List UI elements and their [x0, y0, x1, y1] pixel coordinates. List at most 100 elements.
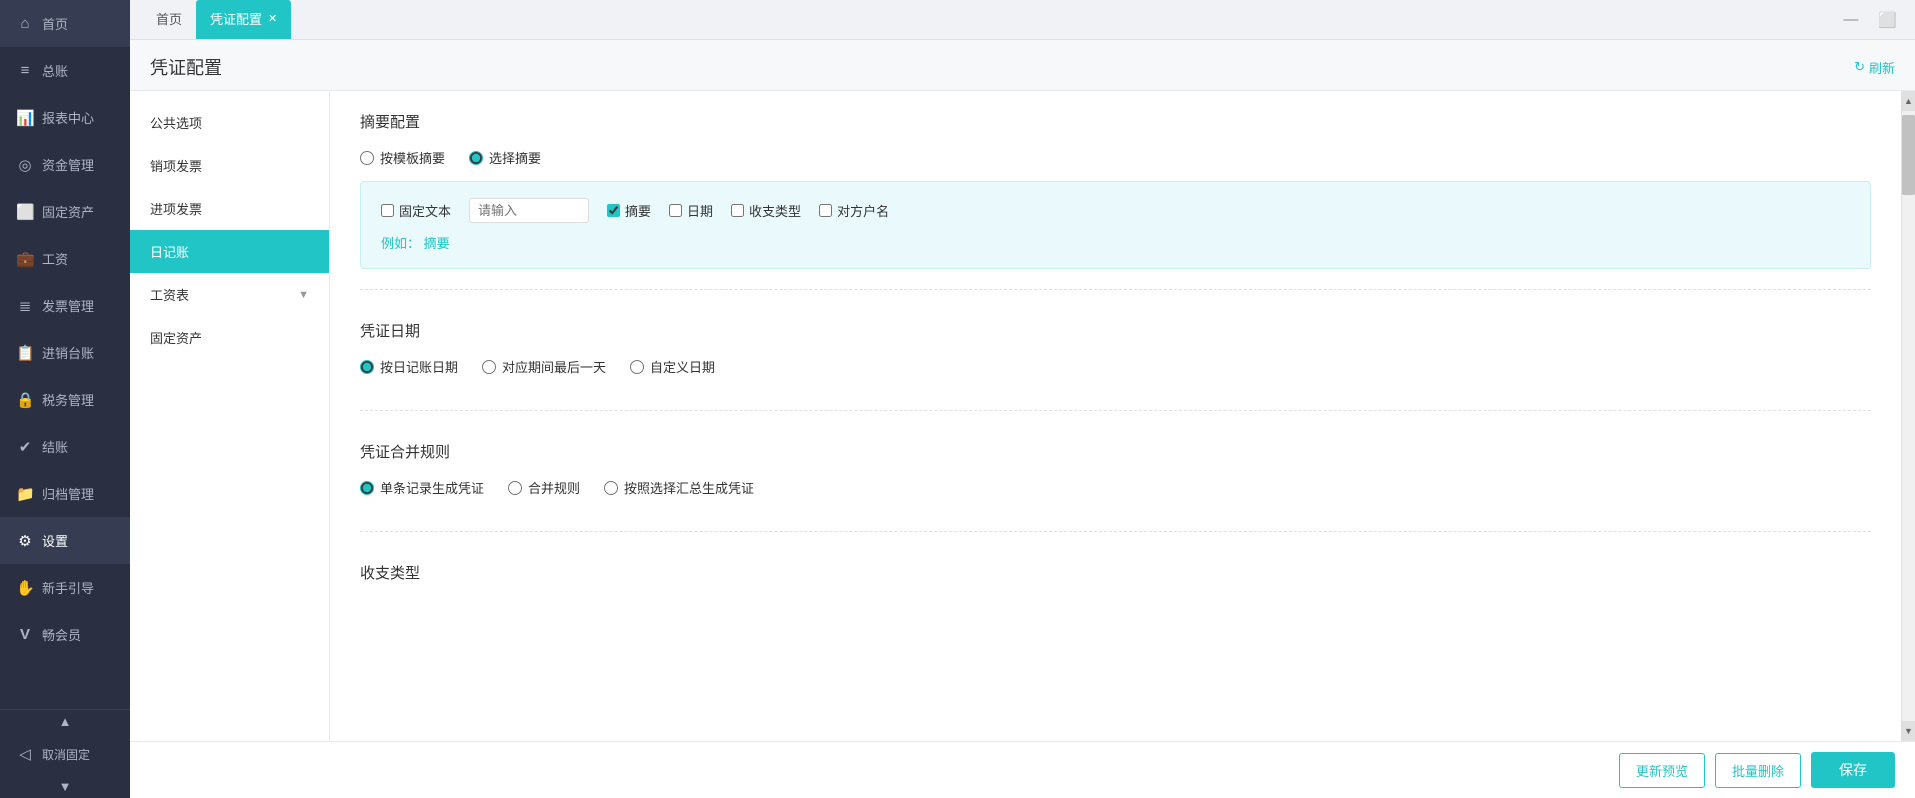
checkbox-summary[interactable]: 摘要	[607, 201, 651, 220]
sidebar-item-vip[interactable]: V 畅会员	[0, 611, 130, 658]
nav-purchase-invoice[interactable]: 进项发票	[130, 187, 329, 230]
invoice-mgmt-icon: ≣	[16, 297, 34, 315]
nav-fixed-assets[interactable]: 固定资产	[130, 316, 329, 359]
sidebar-label-funds: 资金管理	[42, 155, 94, 174]
radio-custom-date-input[interactable]	[630, 360, 644, 374]
summary-mode-group: 按模板摘要 选择摘要	[360, 148, 1871, 167]
sidebar-item-archive[interactable]: 📁 归档管理	[0, 470, 130, 517]
content-area: 凭证配置 ↻ 刷新 公共选项 销项发票 进项发票	[130, 40, 1915, 798]
checkbox-fixed-text-input[interactable]	[381, 204, 394, 217]
scrollbar-down-btn[interactable]: ▼	[1902, 721, 1915, 741]
date-label: 日期	[687, 201, 713, 220]
nav-journal[interactable]: 日记账	[130, 230, 329, 273]
guide-icon: ✋	[16, 579, 34, 597]
checkbox-counterpart-input[interactable]	[819, 204, 832, 217]
sidebar-item-tax[interactable]: 🔒 税务管理	[0, 376, 130, 423]
nav-fixed-assets-label: 固定资产	[150, 328, 202, 347]
radio-single-label: 单条记录生成凭证	[380, 478, 484, 497]
radio-template-label: 按模板摘要	[380, 148, 445, 167]
summary-section: 摘要配置 按模板摘要 选择摘要	[360, 111, 1871, 290]
checkbox-income-type-input[interactable]	[731, 204, 744, 217]
radio-template-summary[interactable]: 按模板摘要	[360, 148, 445, 167]
sidebar-item-purchase-sale[interactable]: 📋 进销台账	[0, 329, 130, 376]
radio-template-input[interactable]	[360, 151, 374, 165]
radio-single[interactable]: 单条记录生成凭证	[360, 478, 484, 497]
date-title: 凭证日期	[360, 320, 1871, 341]
date-options-group: 按日记账日期 对应期间最后一天 自定义日期	[360, 357, 1871, 376]
tax-icon: 🔒	[16, 391, 34, 409]
purchase-sale-icon: 📋	[16, 344, 34, 362]
sidebar-item-invoice-mgmt[interactable]: ≣ 发票管理	[0, 282, 130, 329]
radio-single-input[interactable]	[360, 481, 374, 495]
radio-journal-date-label: 按日记账日期	[380, 357, 458, 376]
tab-voucher-config[interactable]: 凭证配置 ✕	[196, 0, 291, 39]
ledger-icon: ≡	[16, 62, 34, 79]
refresh-button[interactable]: ↻ 刷新	[1854, 58, 1895, 77]
tab-maximize-btn[interactable]: ⬜	[1872, 9, 1903, 31]
scroll-down-btn[interactable]: ▼	[0, 775, 130, 798]
checkbox-date[interactable]: 日期	[669, 201, 713, 220]
vip-icon: V	[16, 626, 34, 643]
radio-select-summary[interactable]: 选择摘要	[469, 148, 541, 167]
sidebar-label-guide: 新手引导	[42, 578, 94, 597]
settings-icon: ⚙	[16, 532, 34, 550]
sidebar-item-home[interactable]: ⌂ 首页	[0, 0, 130, 47]
assets-icon: ⬜	[16, 203, 34, 221]
radio-merge-rule-input[interactable]	[508, 481, 522, 495]
sidebar-label-ledger: 总账	[42, 61, 68, 80]
scroll-up-btn[interactable]: ▲	[0, 710, 130, 733]
sidebar-item-settings[interactable]: ⚙ 设置	[0, 517, 130, 564]
checkbox-counterpart[interactable]: 对方户名	[819, 201, 889, 220]
sidebar-item-funds[interactable]: ◎ 资金管理	[0, 141, 130, 188]
tab-close-icon[interactable]: ✕	[268, 12, 277, 25]
tab-minimize-btn[interactable]: —	[1837, 9, 1864, 31]
nav-public[interactable]: 公共选项	[130, 101, 329, 144]
radio-merge-rule[interactable]: 合并规则	[508, 478, 580, 497]
page-content: 凭证配置 ↻ 刷新 公共选项 销项发票 进项发票	[130, 40, 1915, 798]
form-wrapper: 摘要配置 按模板摘要 选择摘要	[330, 91, 1915, 741]
sidebar-item-assets[interactable]: ⬜ 固定资产	[0, 188, 130, 235]
summary-label: 摘要	[625, 201, 651, 220]
sidebar-item-payroll[interactable]: 💼 工资	[0, 235, 130, 282]
radio-period-last[interactable]: 对应期间最后一天	[482, 357, 606, 376]
radio-select-summary-label: 按照选择汇总生成凭证	[624, 478, 754, 497]
nav-sales-invoice-label: 销项发票	[150, 156, 202, 175]
radio-journal-date-input[interactable]	[360, 360, 374, 374]
checkbox-fixed-text[interactable]: 固定文本	[381, 201, 451, 220]
batch-delete-button[interactable]: 批量删除	[1715, 753, 1801, 788]
sidebar-unfix-btn[interactable]: ◁ 取消固定	[0, 733, 130, 775]
radio-select-summary[interactable]: 按照选择汇总生成凭证	[604, 478, 754, 497]
checkbox-date-input[interactable]	[669, 204, 682, 217]
chevron-down-icon: ▼	[298, 289, 309, 301]
scrollbar-up-btn[interactable]: ▲	[1902, 91, 1915, 111]
refresh-icon: ↻	[1854, 59, 1865, 75]
radio-journal-date[interactable]: 按日记账日期	[360, 357, 458, 376]
nav-journal-label: 日记账	[150, 242, 189, 261]
nav-payroll-table[interactable]: 工资表 ▼	[130, 273, 329, 316]
tab-home[interactable]: 首页	[142, 0, 196, 39]
example-text: 例如： 摘要	[381, 233, 1850, 252]
sidebar-label-vip: 畅会员	[42, 625, 81, 644]
sidebar-item-reports[interactable]: 📊 报表中心	[0, 94, 130, 141]
sidebar-item-settle[interactable]: ✔ 结账	[0, 423, 130, 470]
radio-custom-date[interactable]: 自定义日期	[630, 357, 715, 376]
save-button[interactable]: 保存	[1811, 752, 1895, 788]
settle-icon: ✔	[16, 438, 34, 456]
radio-period-last-label: 对应期间最后一天	[502, 357, 606, 376]
radio-merge-rule-label: 合并规则	[528, 478, 580, 497]
checkbox-summary-input[interactable]	[607, 204, 620, 217]
nav-sales-invoice[interactable]: 销项发票	[130, 144, 329, 187]
fixed-text-input[interactable]	[469, 198, 589, 223]
radio-custom-date-label: 自定义日期	[650, 357, 715, 376]
checkbox-income-type[interactable]: 收支类型	[731, 201, 801, 220]
counterpart-label: 对方户名	[837, 201, 889, 220]
update-preview-button[interactable]: 更新预览	[1619, 753, 1705, 788]
radio-period-last-input[interactable]	[482, 360, 496, 374]
payroll-icon: 💼	[16, 250, 34, 268]
sidebar-item-ledger[interactable]: ≡ 总账	[0, 47, 130, 94]
sidebar-item-guide[interactable]: ✋ 新手引导	[0, 564, 130, 611]
sidebar-label-archive: 归档管理	[42, 484, 94, 503]
radio-select-input[interactable]	[469, 151, 483, 165]
side-nav: 公共选项 销项发票 进项发票 日记账 工资表 ▼	[130, 91, 330, 741]
radio-select-summary-input[interactable]	[604, 481, 618, 495]
